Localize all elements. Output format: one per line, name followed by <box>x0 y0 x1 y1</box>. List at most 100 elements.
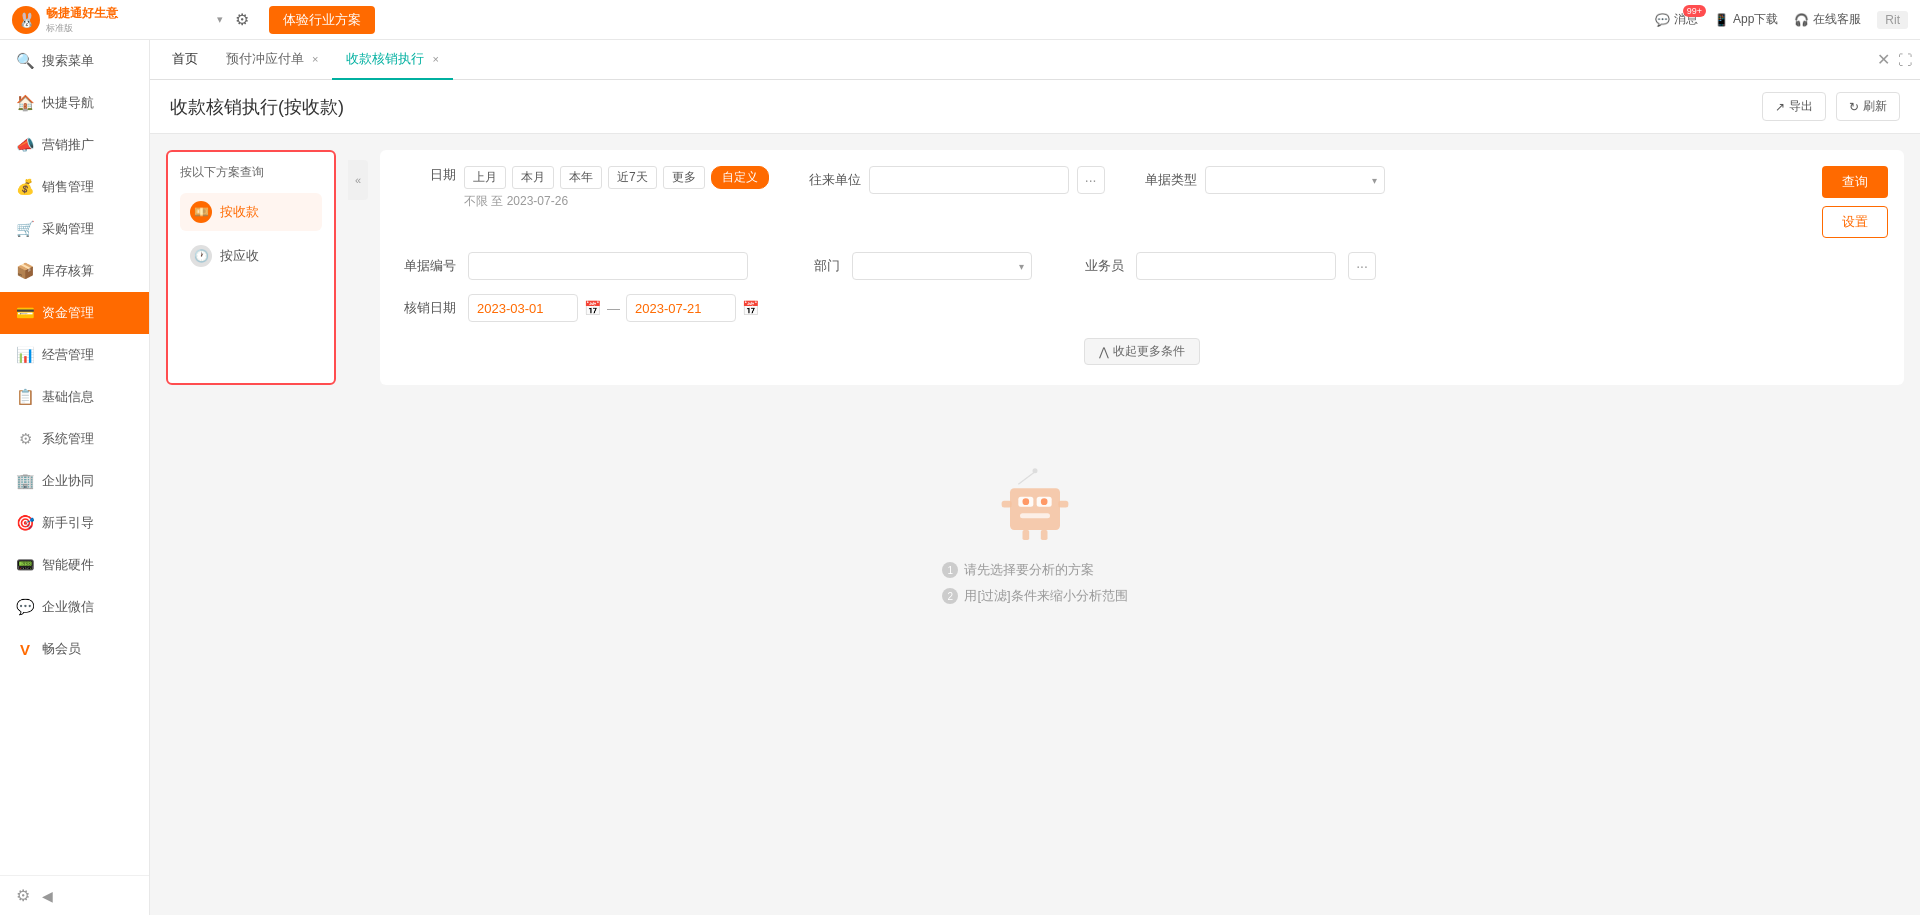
dept-select[interactable] <box>852 252 1032 280</box>
sidebar-item-enterprise[interactable]: 🏢 企业协同 <box>0 460 149 502</box>
top-bar: 🐰 畅捷通好生意 标准版 placeholder ▾ ⚙ 体验行业方案 💬 消息… <box>0 0 1920 40</box>
main-content: 首页 预付冲应付单 × 收款核销执行 × ✕ ⛶ 收款核销执行(按收款) <box>150 40 1920 915</box>
sidebar-item-beginner[interactable]: 🎯 新手引导 <box>0 502 149 544</box>
date-7days-btn[interactable]: 近7天 <box>608 166 657 189</box>
tab-receipt-cancel-close[interactable]: × <box>432 53 438 65</box>
sidebar-item-quick-nav[interactable]: 🏠 快捷导航 <box>0 82 149 124</box>
dept-label: 部门 <box>780 257 840 275</box>
counterpart-input[interactable] <box>869 166 1069 194</box>
date-custom-badge[interactable]: 自定义 <box>711 166 769 189</box>
svg-point-4 <box>1041 498 1048 505</box>
date-label: 日期 <box>396 166 456 184</box>
date-more-btn[interactable]: 更多 <box>663 166 705 189</box>
brand-arrow: ▾ <box>217 13 223 26</box>
empty-state: 1 请先选择要分析的方案 2 用[过滤]条件来缩小分析范围 <box>166 385 1904 685</box>
logo-text: 畅捷通好生意 标准版 <box>46 5 118 35</box>
page: 收款核销执行(按收款) ↗ 导出 ↻ 刷新 按以 <box>150 80 1920 915</box>
member-icon: V <box>16 641 34 658</box>
finance-icon: 💳 <box>16 304 34 322</box>
tab-bar: 首页 预付冲应付单 × 收款核销执行 × ✕ ⛶ <box>150 40 1920 80</box>
tab-home[interactable]: 首页 <box>158 40 212 80</box>
tab-prepay[interactable]: 预付冲应付单 × <box>212 40 332 80</box>
sidebar-item-purchase[interactable]: 🛒 采购管理 <box>0 208 149 250</box>
purchase-icon: 🛒 <box>16 220 34 238</box>
tab-prepay-close[interactable]: × <box>312 53 318 65</box>
doc-type-label: 单据类型 <box>1137 171 1197 189</box>
export-btn[interactable]: ↗ 导出 <box>1762 92 1826 121</box>
top-bar-right: 💬 消息 99+ 📱 App下载 🎧 在线客服 Rit <box>1655 11 1908 29</box>
collapse-more-btn[interactable]: ⋀ 收起更多条件 <box>1084 338 1200 365</box>
empty-tip-1: 1 请先选择要分析的方案 <box>942 561 1127 579</box>
message-icon: 💬 <box>1655 13 1670 27</box>
filter-collapse-btn[interactable]: « <box>348 160 368 200</box>
verify-date-start-input[interactable] <box>468 294 578 322</box>
sidebar-item-wechat[interactable]: 💬 企业微信 <box>0 586 149 628</box>
verify-date-end-input[interactable] <box>626 294 736 322</box>
verify-date-start-cal-icon[interactable]: 📅 <box>584 300 601 316</box>
date-this-month-btn[interactable]: 本月 <box>512 166 554 189</box>
window-expand-btn[interactable]: ⛶ <box>1898 52 1912 68</box>
online-service-item[interactable]: 🎧 在线客服 <box>1794 11 1861 28</box>
date-last-month-btn[interactable]: 上月 <box>464 166 506 189</box>
sidebar-item-business[interactable]: 📊 经营管理 <box>0 334 149 376</box>
doc-no-label: 单据编号 <box>396 257 456 275</box>
sidebar-collapse-icon[interactable]: ◀ <box>42 888 53 904</box>
doc-type-select[interactable] <box>1205 166 1385 194</box>
sidebar-item-member[interactable]: V 畅会员 <box>0 628 149 670</box>
collapse-up-icon: ⋀ <box>1099 345 1109 359</box>
sidebar-item-basic-info[interactable]: 📋 基础信息 <box>0 376 149 418</box>
message-icon-item[interactable]: 💬 消息 99+ <box>1655 11 1698 28</box>
beginner-icon: 🎯 <box>16 514 34 532</box>
staff-input[interactable] <box>1136 252 1336 280</box>
filter-left: 按以下方案查询 💴 按收款 🕐 按应收 <box>166 150 336 385</box>
sidebar: 🔍 搜索菜单 🏠 快捷导航 📣 营销推广 💰 销售管理 🛒 采购管理 📦 库存核… <box>0 40 150 915</box>
verify-date-end-cal-icon[interactable]: 📅 <box>742 300 759 316</box>
sidebar-item-search[interactable]: 🔍 搜索菜单 <box>0 40 149 82</box>
user-name[interactable]: Rit <box>1877 11 1908 29</box>
date-this-year-btn[interactable]: 本年 <box>560 166 602 189</box>
window-close-btn[interactable]: ✕ <box>1877 50 1890 69</box>
sidebar-item-system[interactable]: ⚙ 系统管理 <box>0 418 149 460</box>
tab-receipt-cancel[interactable]: 收款核销执行 × <box>332 40 452 80</box>
content-area: 按以下方案查询 💴 按收款 🕐 按应收 « <box>150 134 1920 701</box>
page-header-actions: ↗ 导出 ↻ 刷新 <box>1762 92 1900 133</box>
sidebar-item-hardware[interactable]: 📟 智能硬件 <box>0 544 149 586</box>
settings-btn[interactable]: 设置 <box>1822 206 1888 238</box>
service-icon: 🎧 <box>1794 13 1809 27</box>
tip-num-2: 2 <box>942 588 958 604</box>
doc-no-input[interactable] <box>468 252 748 280</box>
empty-tips: 1 请先选择要分析的方案 2 用[过滤]条件来缩小分析范围 <box>942 561 1127 605</box>
filter-option-by-receipt[interactable]: 💴 按收款 <box>180 193 322 231</box>
sidebar-item-inventory[interactable]: 📦 库存核算 <box>0 250 149 292</box>
enterprise-icon: 🏢 <box>16 472 34 490</box>
logo-icon: 🐰 <box>12 6 40 34</box>
sidebar-item-sales[interactable]: 💰 销售管理 <box>0 166 149 208</box>
query-btn[interactable]: 查询 <box>1822 166 1888 198</box>
filter-option-by-receivable[interactable]: 🕐 按应收 <box>180 237 322 275</box>
hardware-icon: 📟 <box>16 556 34 574</box>
date-separator: — <box>607 301 620 316</box>
app-download-item[interactable]: 📱 App下载 <box>1714 11 1778 28</box>
wechat-icon: 💬 <box>16 598 34 616</box>
sidebar-item-finance[interactable]: 💳 资金管理 <box>0 292 149 334</box>
sidebar-item-marketing[interactable]: 📣 营销推广 <box>0 124 149 166</box>
sidebar-settings-icon[interactable]: ⚙ <box>16 886 30 905</box>
svg-rect-9 <box>1041 530 1048 540</box>
svg-rect-0 <box>1010 488 1060 530</box>
action-buttons: 查询 设置 <box>1822 166 1888 238</box>
marketing-icon: 📣 <box>16 136 34 154</box>
by-receipt-icon: 💴 <box>190 201 212 223</box>
search-icon: 🔍 <box>16 52 34 70</box>
staff-more-btn[interactable]: ··· <box>1348 252 1376 280</box>
home-icon: 🏠 <box>16 94 34 112</box>
settings-icon[interactable]: ⚙ <box>227 5 257 35</box>
counterpart-more-btn[interactable]: ··· <box>1077 166 1105 194</box>
by-receivable-icon: 🕐 <box>190 245 212 267</box>
refresh-btn[interactable]: ↻ 刷新 <box>1836 92 1900 121</box>
tip-num-1: 1 <box>942 562 958 578</box>
filter-right: 日期 上月 本月 本年 近7天 更多 自定义 <box>380 150 1904 385</box>
verify-date-label: 核销日期 <box>396 299 456 317</box>
business-icon: 📊 <box>16 346 34 364</box>
industry-btn[interactable]: 体验行业方案 <box>269 6 375 34</box>
dept-select-wrapper: ▾ <box>852 252 1032 280</box>
